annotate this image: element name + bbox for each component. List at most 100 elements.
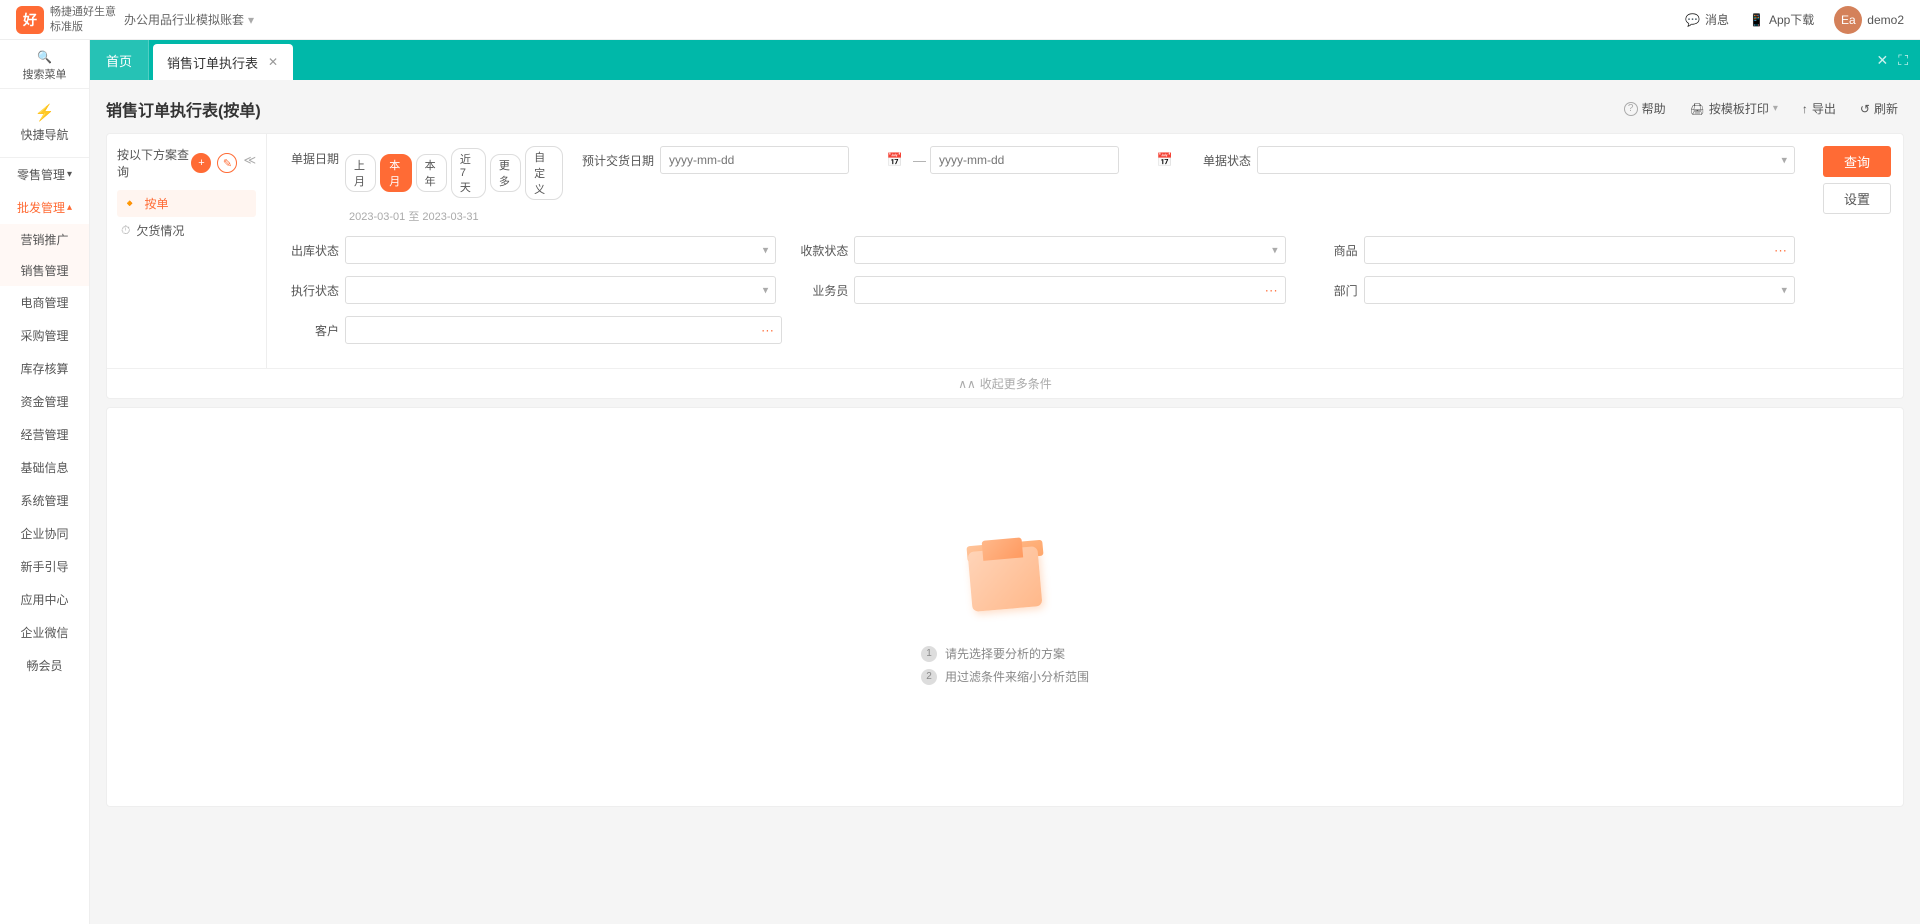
receipt-status-label: 收款状态 xyxy=(792,242,848,259)
salesperson-more-icon[interactable]: ··· xyxy=(1265,283,1278,298)
date-end-input[interactable] xyxy=(930,146,1119,174)
tab-close-icon[interactable]: ✕ xyxy=(268,55,278,69)
sidebar-item-quick-nav[interactable]: ⚡ 快捷导航 xyxy=(0,95,89,151)
scheme-add-button[interactable]: + xyxy=(191,153,211,173)
sidebar-item-system[interactable]: 系统管理 xyxy=(0,484,89,517)
page-actions: ? 帮助 🖨 按模板打印 ▾ ↑ 导出 ↺ 刷新 xyxy=(1618,96,1904,121)
dept-label: 部门 xyxy=(1302,282,1358,299)
filter-scheme-panel: 按以下方案查询 + ✎ ≪ 🔸 按单 ⏱ xyxy=(107,134,267,368)
page-title: 销售订单执行表(按单) xyxy=(106,97,261,121)
sidebar-item-sales[interactable]: 销售管理 xyxy=(0,255,89,286)
top-bar: 好 畅捷通好生意 标准版 办公用品行业模拟账套 ▾ 💬 消息 📱 App下载 E… xyxy=(0,0,1920,40)
sidebar-item-operation[interactable]: 经营管理 xyxy=(0,418,89,451)
date-tag-last-month[interactable]: 上月 xyxy=(345,154,376,192)
out-stock-select-wrapper: ▾ xyxy=(345,236,776,264)
date-tag-more[interactable]: 更多 xyxy=(490,154,521,192)
sidebar-item-newbie[interactable]: 新手引导 xyxy=(0,550,89,583)
query-button[interactable]: 查询 xyxy=(1823,146,1891,177)
help-button[interactable]: ? 帮助 xyxy=(1618,96,1672,121)
close-window-icon[interactable]: ✕ xyxy=(1876,52,1888,69)
tab-home[interactable]: 首页 xyxy=(90,40,149,80)
filter-scheme-header: 按以下方案查询 + ✎ ≪ xyxy=(117,146,256,180)
scheme-actions: + ✎ ≪ xyxy=(191,153,256,173)
salesperson-control: ··· xyxy=(854,276,1285,304)
empty-state: 1 请先选择要分析的方案 2 用过滤条件来缩小分析范围 xyxy=(921,529,1089,685)
product-label: 商品 xyxy=(1302,242,1358,259)
date-tag-custom[interactable]: 自定义 xyxy=(525,146,563,200)
scheme-item-按单[interactable]: 🔸 按单 xyxy=(117,190,256,217)
date-range-text: 2023-03-01 至 2023-03-31 xyxy=(349,208,563,224)
empty-step-1: 1 请先选择要分析的方案 xyxy=(921,645,1089,662)
tab-sales-order-exec[interactable]: 销售订单执行表 ✕ xyxy=(153,44,293,80)
date-tag-current-month[interactable]: 本月 xyxy=(380,154,411,192)
sidebar-item-wechat[interactable]: 企业微信 xyxy=(0,616,89,649)
message-action[interactable]: 💬 消息 xyxy=(1685,11,1729,28)
sidebar-item-inventory[interactable]: 库存核算 xyxy=(0,352,89,385)
quick-nav: ⚡ 快捷导航 xyxy=(0,89,89,158)
calendar-start-icon: 📅 xyxy=(887,152,903,168)
date-tag-current-year[interactable]: 本年 xyxy=(416,154,447,192)
sidebar-item-member[interactable]: 畅会员 xyxy=(0,649,89,682)
sidebar-item-enterprise[interactable]: 企业协同 xyxy=(0,517,89,550)
customer-more-icon[interactable]: ··· xyxy=(761,323,774,338)
sidebar-sub-wholesale: 营销推广 销售管理 xyxy=(0,224,89,286)
logo-icon: 好 xyxy=(16,6,44,34)
filter-row-4: 客户 ··· xyxy=(283,316,1795,344)
doc-status-label: 单据状态 xyxy=(1195,152,1251,169)
collapse-row[interactable]: ∧∧ 收起更多条件 xyxy=(107,368,1903,398)
product-input[interactable] xyxy=(1364,236,1795,264)
product-more-icon[interactable]: ··· xyxy=(1774,243,1787,258)
sidebar-item-purchase[interactable]: 采购管理 xyxy=(0,319,89,352)
sidebar-item-ecommerce[interactable]: 电商管理 xyxy=(0,286,89,319)
sidebar-item-basic[interactable]: 基础信息 xyxy=(0,451,89,484)
customer-input[interactable] xyxy=(345,316,782,344)
sidebar-item-retail[interactable]: 零售管理 ▾ xyxy=(0,158,89,191)
exec-status-select[interactable] xyxy=(345,276,776,304)
filter-inner: 按以下方案查询 + ✎ ≪ 🔸 按单 ⏱ xyxy=(107,134,1903,368)
print-icon: 🖨 xyxy=(1690,102,1705,116)
app-download-action[interactable]: 📱 App下载 xyxy=(1749,11,1814,28)
dept-select-wrapper: ▾ xyxy=(1364,276,1795,304)
sidebar: 🔍 搜索菜单 ⚡ 快捷导航 零售管理 ▾ 批发管理 ▴ 营销推广 xyxy=(0,40,90,924)
breadcrumb-dropdown[interactable]: ▾ xyxy=(248,13,254,27)
sidebar-item-finance[interactable]: 资金管理 xyxy=(0,385,89,418)
out-stock-select[interactable] xyxy=(345,236,776,264)
user-action[interactable]: Ea demo2 xyxy=(1834,6,1904,34)
scheme-edit-button[interactable]: ✎ xyxy=(217,153,237,173)
customer-label: 客户 xyxy=(283,322,339,339)
doc-status-select[interactable] xyxy=(1257,146,1795,174)
refresh-button[interactable]: ↺ 刷新 xyxy=(1854,96,1904,121)
salesperson-label: 业务员 xyxy=(792,282,848,299)
date-tag-last-7-days[interactable]: 近7天 xyxy=(451,148,486,198)
expected-delivery-range: 📅 — 📅 xyxy=(660,146,1179,174)
scheme-item-欠货情况[interactable]: ⏱ 欠货情况 xyxy=(117,217,256,244)
print-dropdown-icon[interactable]: ▾ xyxy=(1773,103,1778,114)
chevron-down-icon: ▾ xyxy=(67,169,72,180)
logo-text: 畅捷通好生意 标准版 xyxy=(50,5,116,34)
sidebar-item-marketing[interactable]: 营销推广 xyxy=(0,224,89,255)
date-tag-row: 上月 本月 本年 近7天 更多 自定义 xyxy=(345,146,563,200)
scheme-clock-icon: ⏱ xyxy=(121,223,130,238)
top-bar-right: 💬 消息 📱 App下载 Ea demo2 xyxy=(1685,6,1904,34)
sidebar-item-appstore[interactable]: 应用中心 xyxy=(0,583,89,616)
settings-button[interactable]: 设置 xyxy=(1823,183,1891,214)
template-print-button[interactable]: 🖨 按模板打印 ▾ xyxy=(1684,96,1784,121)
main-layout: 🔍 搜索菜单 ⚡ 快捷导航 零售管理 ▾ 批发管理 ▴ 营销推广 xyxy=(0,40,1920,924)
export-button[interactable]: ↑ 导出 xyxy=(1796,96,1842,121)
filter-row-3: 执行状态 ▾ 业务员 xyxy=(283,276,1795,304)
content-area: 首页 销售订单执行表 ✕ ✕ ⛶ 销售订单执行表(按单) ? 帮助 xyxy=(90,40,1920,924)
customer-control: ··· xyxy=(345,316,782,344)
export-icon: ↑ xyxy=(1802,102,1808,116)
dept-select[interactable] xyxy=(1364,276,1795,304)
maximize-window-icon[interactable]: ⛶ xyxy=(1898,52,1908,69)
receipt-status-select[interactable] xyxy=(854,236,1285,264)
scheme-active-icon: 🔸 xyxy=(121,195,138,212)
salesperson-input[interactable] xyxy=(854,276,1285,304)
sidebar-search[interactable]: 🔍 搜索菜单 xyxy=(0,40,89,89)
date-start-input[interactable] xyxy=(660,146,849,174)
scheme-collapse-button[interactable]: ≪ xyxy=(243,153,256,173)
sidebar-item-wholesale[interactable]: 批发管理 ▴ xyxy=(0,191,89,224)
filter-fields: 单据日期 上月 本月 本年 近7天 更多 自定义 xyxy=(267,134,1811,368)
tab-window-controls: ✕ ⛶ xyxy=(1864,40,1920,80)
help-icon: ? xyxy=(1624,102,1638,116)
